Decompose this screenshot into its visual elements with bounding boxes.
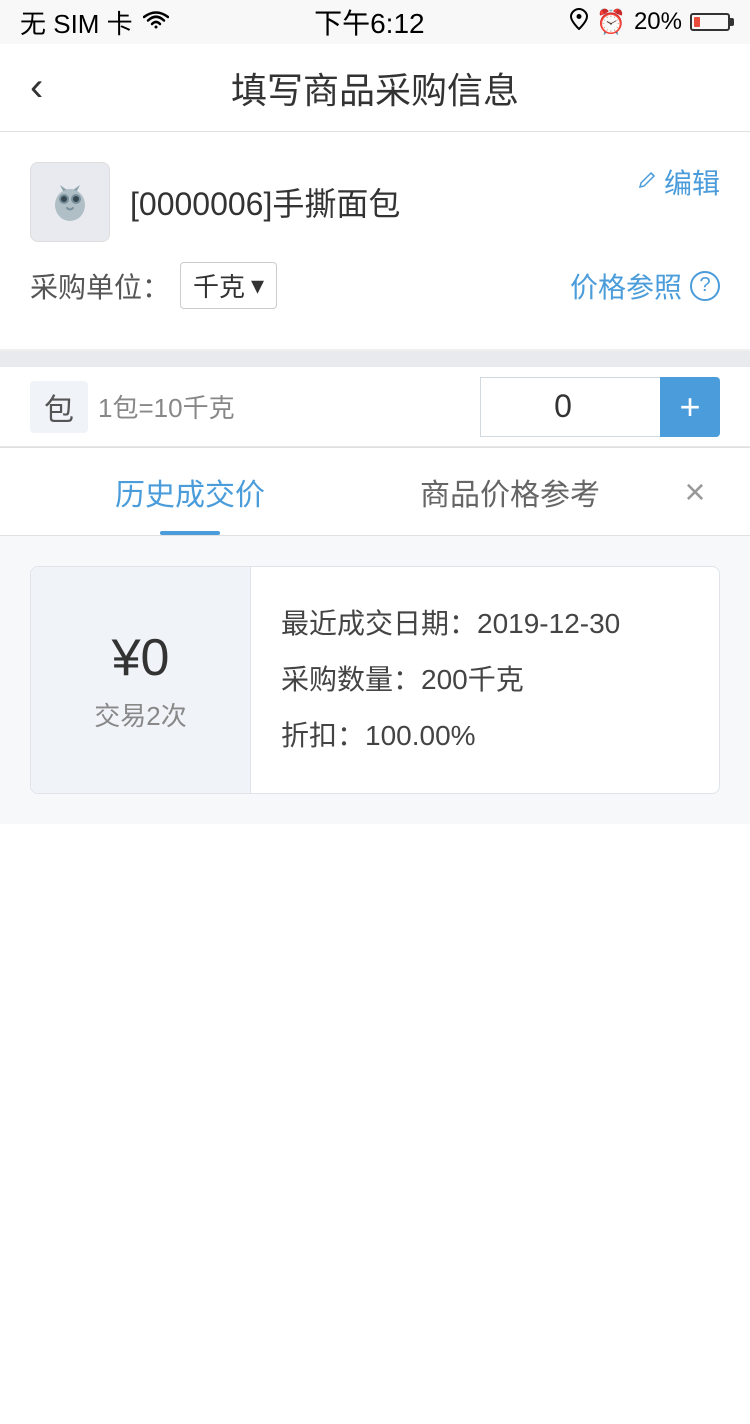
quantity-input[interactable] xyxy=(480,377,660,437)
discount-row: 折扣：100.00% xyxy=(281,715,689,757)
purchase-qty-label: 采购数量： xyxy=(281,664,421,695)
sim-indicator: 无 SIM 卡 xyxy=(20,4,133,41)
quantity-plus-button[interactable]: + xyxy=(660,377,720,437)
recent-date-label: 最近成交日期： xyxy=(281,608,477,639)
status-time: 下午6:12 xyxy=(314,2,425,42)
price-symbol: ¥ xyxy=(112,629,141,687)
help-icon[interactable]: ? xyxy=(690,271,720,301)
status-left: 无 SIM 卡 xyxy=(20,4,169,41)
page-title: 填写商品采购信息 xyxy=(231,62,519,114)
tab-product-price[interactable]: 商品价格参考 xyxy=(350,448,670,535)
status-bar: 无 SIM 卡 下午6:12 ⏰ 20% xyxy=(0,0,750,44)
tab-product-label: 商品价格参考 xyxy=(420,470,600,514)
tab-history-price[interactable]: 历史成交价 xyxy=(30,448,350,535)
history-price: ¥0 xyxy=(112,628,170,688)
discount-label: 折扣： xyxy=(281,720,365,751)
unit-value: 千克 xyxy=(193,267,245,304)
empty-area xyxy=(0,824,750,1424)
wifi-icon xyxy=(143,7,169,38)
panel-area: 历史成交价 商品价格参考 × ¥0 交易2次 最近成交日期：2019-12-30… xyxy=(0,447,750,824)
history-content: ¥0 交易2次 最近成交日期：2019-12-30 采购数量：200千克 折扣：… xyxy=(0,536,750,824)
recent-date-row: 最近成交日期：2019-12-30 xyxy=(281,603,689,645)
quantity-input-group: + xyxy=(480,377,720,437)
unit-select[interactable]: 千克 ▾ xyxy=(180,262,277,309)
price-ref-label: 价格参照 xyxy=(570,266,682,306)
panel-close-button[interactable]: × xyxy=(670,467,720,517)
discount-value: 100.00% xyxy=(365,720,476,751)
history-card: ¥0 交易2次 最近成交日期：2019-12-30 采购数量：200千克 折扣：… xyxy=(30,566,720,794)
page-header: ‹ 填写商品采购信息 xyxy=(0,44,750,132)
unit-label: 采购单位： xyxy=(30,266,170,306)
edit-icon xyxy=(638,168,658,196)
dropdown-icon: ▾ xyxy=(251,270,264,301)
back-button[interactable]: ‹ xyxy=(30,65,43,110)
edit-label: 编辑 xyxy=(664,162,720,202)
history-detail-section: 最近成交日期：2019-12-30 采购数量：200千克 折扣：100.00% xyxy=(251,567,719,793)
price-ref-button[interactable]: 价格参照 ? xyxy=(570,266,720,306)
purchase-qty-row: 采购数量：200千克 xyxy=(281,659,689,701)
recent-date-value: 2019-12-30 xyxy=(477,608,620,639)
battery-percent: 20% xyxy=(634,8,682,36)
product-thumbnail xyxy=(30,162,110,242)
price-value: 0 xyxy=(141,629,170,687)
quantity-row: 包 1包=10千克 + xyxy=(0,367,750,447)
quantity-conversion: 1包=10千克 xyxy=(98,388,235,425)
status-right: ⏰ 20% xyxy=(570,8,730,37)
location-icon xyxy=(570,8,588,37)
section-divider xyxy=(0,351,750,367)
history-trades: 交易2次 xyxy=(94,696,186,733)
alarm-icon: ⏰ xyxy=(596,8,626,37)
purchase-qty-value: 200千克 xyxy=(421,664,524,695)
tabs-bar: 历史成交价 商品价格参考 × xyxy=(0,448,750,536)
quantity-unit-badge: 包 xyxy=(30,381,88,433)
product-name: [0000006]手撕面包 xyxy=(130,179,400,225)
history-price-section: ¥0 交易2次 xyxy=(31,567,251,793)
battery-icon xyxy=(690,13,730,31)
tab-history-label: 历史成交价 xyxy=(115,470,265,514)
edit-button[interactable]: 编辑 xyxy=(638,162,720,202)
product-card: [0000006]手撕面包 编辑 采购单位： 千克 ▾ 价格参照 ? xyxy=(0,132,750,349)
